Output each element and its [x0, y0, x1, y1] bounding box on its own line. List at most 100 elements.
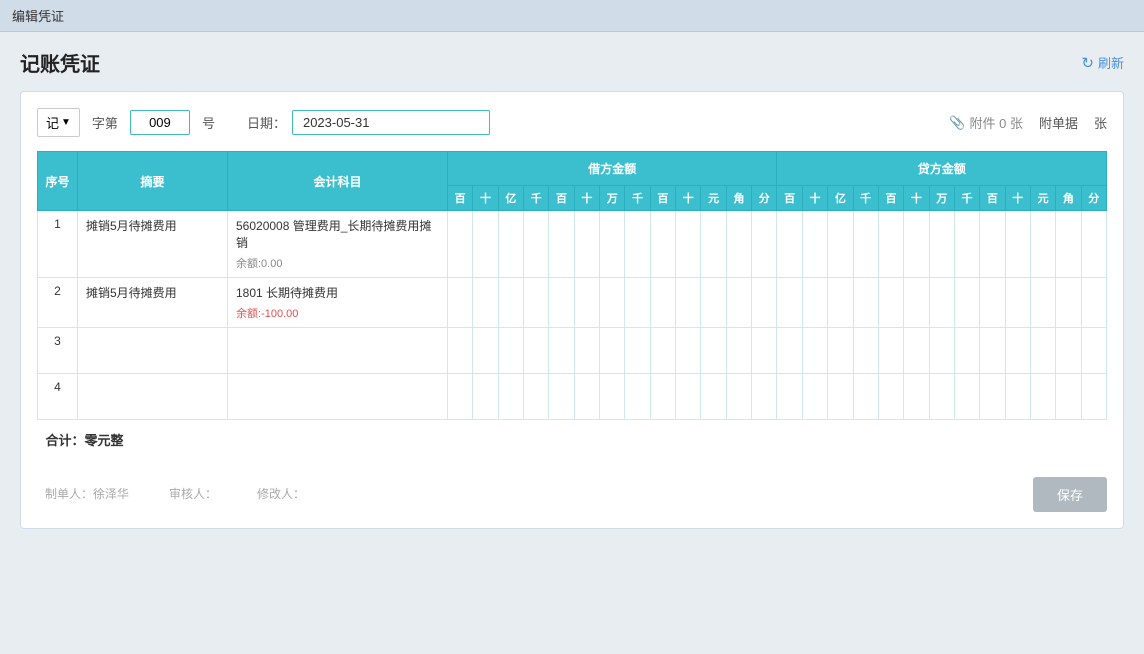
debit-cell[interactable]: [676, 328, 701, 374]
debit-cell[interactable]: [752, 211, 777, 278]
credit-cell[interactable]: [1056, 328, 1081, 374]
credit-cell[interactable]: [828, 211, 853, 278]
debit-cell[interactable]: [549, 328, 574, 374]
debit-cell[interactable]: [625, 211, 650, 278]
save-button[interactable]: 保存: [1033, 477, 1107, 512]
debit-cell[interactable]: [726, 374, 751, 420]
debit-cell[interactable]: [574, 211, 599, 278]
credit-cell[interactable]: [1056, 278, 1081, 328]
table-row[interactable]: 2摊销5月待摊费用1801 长期待摊费用余额:-100.00: [38, 278, 1107, 328]
credit-cell[interactable]: [1081, 278, 1106, 328]
row-account[interactable]: 56020008 管理费用_长期待摊费用摊销余额:0.00: [228, 211, 448, 278]
credit-cell[interactable]: [878, 328, 903, 374]
debit-cell[interactable]: [676, 211, 701, 278]
credit-cell[interactable]: [954, 328, 979, 374]
debit-cell[interactable]: [524, 211, 549, 278]
credit-cell[interactable]: [904, 328, 929, 374]
row-summary[interactable]: [78, 374, 228, 420]
credit-cell[interactable]: [853, 374, 878, 420]
debit-cell[interactable]: [650, 211, 675, 278]
debit-cell[interactable]: [448, 211, 473, 278]
credit-cell[interactable]: [802, 374, 827, 420]
credit-cell[interactable]: [777, 278, 802, 328]
credit-cell[interactable]: [929, 278, 954, 328]
debit-cell[interactable]: [498, 374, 523, 420]
row-account[interactable]: [228, 374, 448, 420]
credit-cell[interactable]: [828, 278, 853, 328]
row-summary[interactable]: 摊销5月待摊费用: [78, 278, 228, 328]
credit-cell[interactable]: [980, 374, 1005, 420]
credit-cell[interactable]: [853, 328, 878, 374]
row-summary[interactable]: [78, 328, 228, 374]
debit-cell[interactable]: [574, 278, 599, 328]
debit-cell[interactable]: [448, 278, 473, 328]
credit-cell[interactable]: [1005, 328, 1030, 374]
debit-cell[interactable]: [726, 211, 751, 278]
attachment-link[interactable]: 📎 附件 0 张: [949, 113, 1023, 132]
row-account[interactable]: 1801 长期待摊费用余额:-100.00: [228, 278, 448, 328]
debit-cell[interactable]: [473, 211, 498, 278]
refresh-button[interactable]: ↻ 刷新: [1081, 53, 1124, 72]
row-summary[interactable]: 摊销5月待摊费用: [78, 211, 228, 278]
credit-cell[interactable]: [1005, 211, 1030, 278]
credit-cell[interactable]: [929, 328, 954, 374]
debit-cell[interactable]: [473, 278, 498, 328]
credit-cell[interactable]: [904, 211, 929, 278]
date-input[interactable]: [292, 110, 490, 135]
voucher-number-input[interactable]: [130, 110, 190, 135]
debit-cell[interactable]: [600, 278, 625, 328]
debit-cell[interactable]: [498, 278, 523, 328]
credit-cell[interactable]: [904, 374, 929, 420]
credit-cell[interactable]: [1081, 374, 1106, 420]
credit-cell[interactable]: [1081, 211, 1106, 278]
debit-cell[interactable]: [650, 374, 675, 420]
debit-cell[interactable]: [600, 374, 625, 420]
voucher-type-button[interactable]: 记 ▼: [37, 108, 80, 137]
credit-cell[interactable]: [929, 374, 954, 420]
debit-cell[interactable]: [498, 211, 523, 278]
credit-cell[interactable]: [1056, 374, 1081, 420]
debit-cell[interactable]: [473, 328, 498, 374]
table-row[interactable]: 4: [38, 374, 1107, 420]
credit-cell[interactable]: [1030, 374, 1055, 420]
debit-cell[interactable]: [701, 278, 726, 328]
credit-cell[interactable]: [980, 328, 1005, 374]
debit-cell[interactable]: [752, 374, 777, 420]
debit-cell[interactable]: [752, 328, 777, 374]
credit-cell[interactable]: [878, 211, 903, 278]
credit-cell[interactable]: [954, 374, 979, 420]
credit-cell[interactable]: [904, 278, 929, 328]
debit-cell[interactable]: [701, 328, 726, 374]
debit-cell[interactable]: [650, 278, 675, 328]
fu-dan-button[interactable]: 附单据: [1039, 113, 1078, 132]
debit-cell[interactable]: [524, 278, 549, 328]
credit-cell[interactable]: [929, 211, 954, 278]
credit-cell[interactable]: [777, 211, 802, 278]
debit-cell[interactable]: [701, 211, 726, 278]
debit-cell[interactable]: [524, 328, 549, 374]
debit-cell[interactable]: [726, 328, 751, 374]
debit-cell[interactable]: [625, 278, 650, 328]
table-row[interactable]: 3: [38, 328, 1107, 374]
debit-cell[interactable]: [473, 374, 498, 420]
credit-cell[interactable]: [802, 211, 827, 278]
debit-cell[interactable]: [574, 374, 599, 420]
credit-cell[interactable]: [853, 211, 878, 278]
debit-cell[interactable]: [498, 328, 523, 374]
credit-cell[interactable]: [853, 278, 878, 328]
credit-cell[interactable]: [954, 211, 979, 278]
credit-cell[interactable]: [1030, 211, 1055, 278]
credit-cell[interactable]: [802, 328, 827, 374]
debit-cell[interactable]: [650, 328, 675, 374]
debit-cell[interactable]: [676, 374, 701, 420]
debit-cell[interactable]: [676, 278, 701, 328]
credit-cell[interactable]: [1030, 328, 1055, 374]
credit-cell[interactable]: [878, 278, 903, 328]
debit-cell[interactable]: [726, 278, 751, 328]
debit-cell[interactable]: [574, 328, 599, 374]
debit-cell[interactable]: [701, 374, 726, 420]
table-row[interactable]: 1摊销5月待摊费用56020008 管理费用_长期待摊费用摊销余额:0.00: [38, 211, 1107, 278]
credit-cell[interactable]: [1056, 211, 1081, 278]
debit-cell[interactable]: [752, 278, 777, 328]
debit-cell[interactable]: [549, 374, 574, 420]
